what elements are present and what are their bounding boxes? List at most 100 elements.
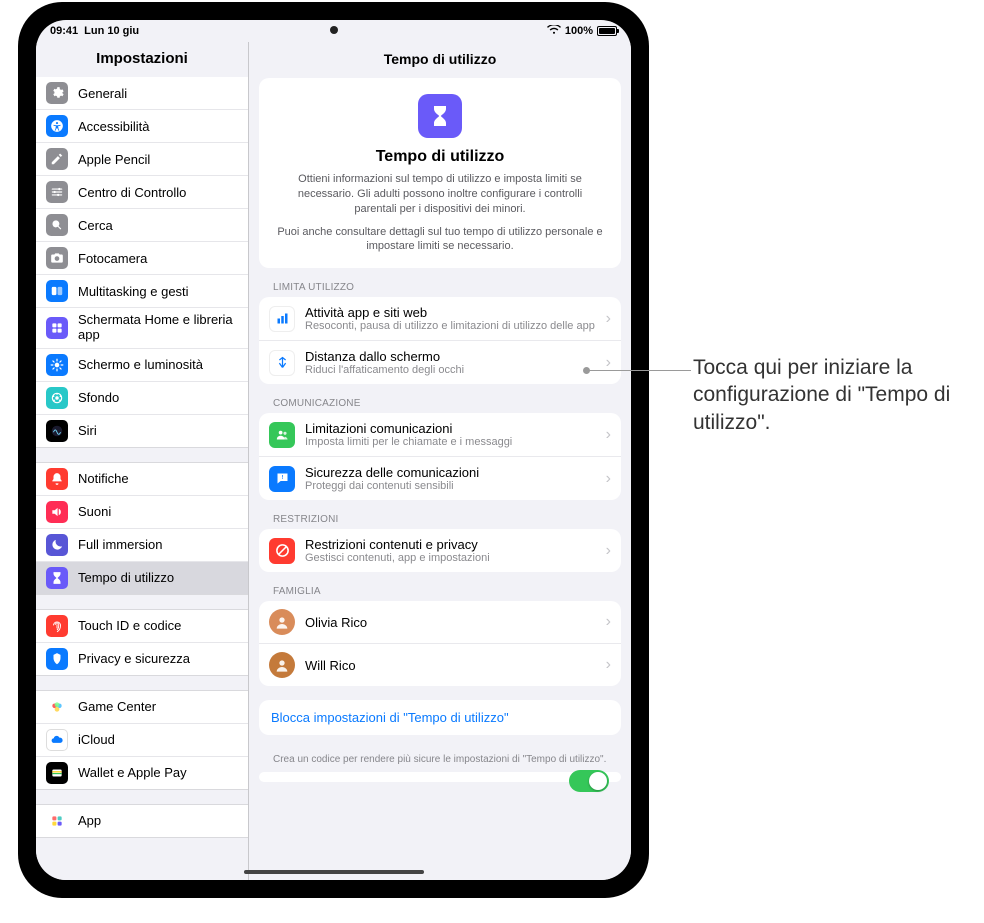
svg-text:!: !: [281, 475, 283, 481]
section-card: Attività app e siti webResoconti, pausa …: [259, 297, 621, 384]
accessibility-icon: [46, 115, 68, 137]
pencil-icon: [46, 148, 68, 170]
detail-pane: Tempo di utilizzo Tempo di utilizzo Otti…: [249, 42, 631, 880]
intro-card: Tempo di utilizzo Ottieni informazioni s…: [259, 78, 621, 268]
callout-leader: [587, 370, 691, 371]
sidebar-item-label: Touch ID e codice: [78, 618, 181, 633]
row-subtitle: Proteggi dai contenuti sensibili: [305, 480, 596, 492]
sidebar-item-label: Schermata Home e libreria app: [78, 313, 238, 343]
sidebar-item-touch-id-e-codice[interactable]: Touch ID e codice: [36, 610, 248, 643]
callout-text: Tocca qui per iniziare la configurazione…: [693, 354, 965, 436]
icloud-icon: [46, 729, 68, 751]
sidebar-item-label: Apple Pencil: [78, 152, 150, 167]
chevron-right-icon: ›: [606, 542, 611, 560]
row-sicurezza-delle-comunicazioni[interactable]: ! Sicurezza delle comunicazioniProteggi d…: [259, 457, 621, 500]
toggle-switch[interactable]: [569, 770, 609, 792]
row-distanza-dallo-schermo[interactable]: Distanza dallo schermoRiduci l'affaticam…: [259, 341, 621, 384]
sidebar-item-apple-pencil[interactable]: Apple Pencil: [36, 143, 248, 176]
sidebar-item-label: Game Center: [78, 699, 156, 714]
wallpaper-icon: [46, 387, 68, 409]
status-date: Lun 10 giu: [84, 25, 139, 37]
section-header: RESTRIZIONI: [259, 514, 621, 529]
multitask-icon: [46, 280, 68, 302]
row-limitazioni-comunicazioni[interactable]: Limitazioni comunicazioniImposta limiti …: [259, 413, 621, 457]
contacts-icon: [269, 422, 295, 448]
sidebar-item-cerca[interactable]: Cerca: [36, 209, 248, 242]
home-indicator: [244, 870, 424, 874]
sidebar-item-label: Privacy e sicurezza: [78, 651, 190, 666]
section-card: Restrizioni contenuti e privacyGestisci …: [259, 529, 621, 572]
fingerprint-icon: [46, 615, 68, 637]
intro-text-1: Ottieni informazioni sul tempo di utiliz…: [277, 172, 603, 217]
hand-icon: [46, 648, 68, 670]
sidebar-item-label: Accessibilità: [78, 119, 150, 134]
brightness-icon: [46, 354, 68, 376]
ipad-frame: 09:41 Lun 10 giu 100% Impostazioni Gener…: [18, 2, 649, 898]
sidebar-item-wallet-e-apple-pay[interactable]: Wallet e Apple Pay: [36, 757, 248, 789]
sidebar-item-generali[interactable]: Generali: [36, 77, 248, 110]
sidebar-item-suoni[interactable]: Suoni: [36, 496, 248, 529]
sidebar-item-fotocamera[interactable]: Fotocamera: [36, 242, 248, 275]
sidebar-item-full-immersion[interactable]: Full immersion: [36, 529, 248, 562]
hourglass-icon: [418, 94, 462, 138]
row-title: Restrizioni contenuti e privacy: [305, 537, 596, 552]
sidebar-item-tempo-di-utilizzo[interactable]: Tempo di utilizzo: [36, 562, 248, 594]
sidebar-item-label: Fotocamera: [78, 251, 147, 266]
row-title: Attività app e siti web: [305, 305, 596, 320]
row-title: Limitazioni comunicazioni: [305, 421, 596, 436]
section-card: Olivia Rico› Will Rico ›: [259, 601, 621, 686]
sidebar-item-app[interactable]: App: [36, 805, 248, 837]
wifi-icon: [547, 25, 561, 38]
row-subtitle: Riduci l'affaticamento degli occhi: [305, 364, 596, 376]
apps-icon: [46, 810, 68, 832]
avatar: [269, 652, 295, 678]
hourglass-icon: [46, 567, 68, 589]
sidebar-item-multitasking-e-gesti[interactable]: Multitasking e gesti: [36, 275, 248, 308]
sidebar-item-schermo-e-luminosit-[interactable]: Schermo e luminosità: [36, 349, 248, 382]
sidebar-item-label: App: [78, 813, 101, 828]
battery-percent: 100%: [565, 25, 593, 37]
sidebar-item-icloud[interactable]: iCloud: [36, 724, 248, 757]
sidebar-item-label: Cerca: [78, 218, 113, 233]
sidebar-item-label: Wallet e Apple Pay: [78, 765, 187, 780]
distance-icon: [269, 350, 295, 376]
lock-settings-link[interactable]: Blocca impostazioni di "Tempo di utilizz…: [259, 700, 621, 735]
intro-text-2: Puoi anche consultare dettagli sul tuo t…: [277, 225, 603, 255]
chevron-right-icon: ›: [606, 613, 611, 631]
row-title: Sicurezza delle comunicazioni: [305, 465, 596, 480]
wallet-icon: [46, 762, 68, 784]
section-card: Limitazioni comunicazioniImposta limiti …: [259, 413, 621, 500]
sidebar-item-schermata-home-e-libreria-app[interactable]: Schermata Home e libreria app: [36, 308, 248, 349]
gear-icon: [46, 82, 68, 104]
intro-heading: Tempo di utilizzo: [277, 148, 603, 166]
lock-card[interactable]: Blocca impostazioni di "Tempo di utilizz…: [259, 700, 621, 735]
sidebar-item-game-center[interactable]: Game Center: [36, 691, 248, 724]
sidebar-item-accessibilit-[interactable]: Accessibilità: [36, 110, 248, 143]
avatar: [269, 609, 295, 635]
row-title: Will Rico: [305, 658, 596, 673]
section-header: LIMITA UTILIZZO: [259, 282, 621, 297]
row-restrizioni-contenuti-e-privacy[interactable]: Restrizioni contenuti e privacyGestisci …: [259, 529, 621, 572]
front-camera: [330, 26, 338, 34]
sidebar-item-label: Sfondo: [78, 390, 119, 405]
gamecenter-icon: [46, 696, 68, 718]
sidebar-item-notifiche[interactable]: Notifiche: [36, 463, 248, 496]
row-attivit-app-e-siti-web[interactable]: Attività app e siti webResoconti, pausa …: [259, 297, 621, 341]
chart-icon: [269, 306, 295, 332]
section-header: COMUNICAZIONE: [259, 398, 621, 413]
sidebar-item-label: Schermo e luminosità: [78, 357, 203, 372]
search-icon: [46, 214, 68, 236]
sidebar-item-label: Centro di Controllo: [78, 185, 186, 200]
settings-sidebar: Impostazioni GeneraliAccessibilitàApple …: [36, 42, 249, 880]
row-subtitle: Imposta limiti per le chiamate e i messa…: [305, 436, 596, 448]
sidebar-item-privacy-e-sicurezza[interactable]: Privacy e sicurezza: [36, 643, 248, 675]
sidebar-item-siri[interactable]: Siri: [36, 415, 248, 447]
sidebar-item-label: Tempo di utilizzo: [78, 570, 174, 585]
sidebar-item-centro-di-controllo[interactable]: Centro di Controllo: [36, 176, 248, 209]
row-will-rico[interactable]: Will Rico ›: [259, 644, 621, 686]
chevron-right-icon: ›: [606, 656, 611, 674]
nosign-icon: [269, 538, 295, 564]
row-olivia-rico[interactable]: Olivia Rico›: [259, 601, 621, 644]
sidebar-item-label: Siri: [78, 423, 97, 438]
sidebar-item-sfondo[interactable]: Sfondo: [36, 382, 248, 415]
